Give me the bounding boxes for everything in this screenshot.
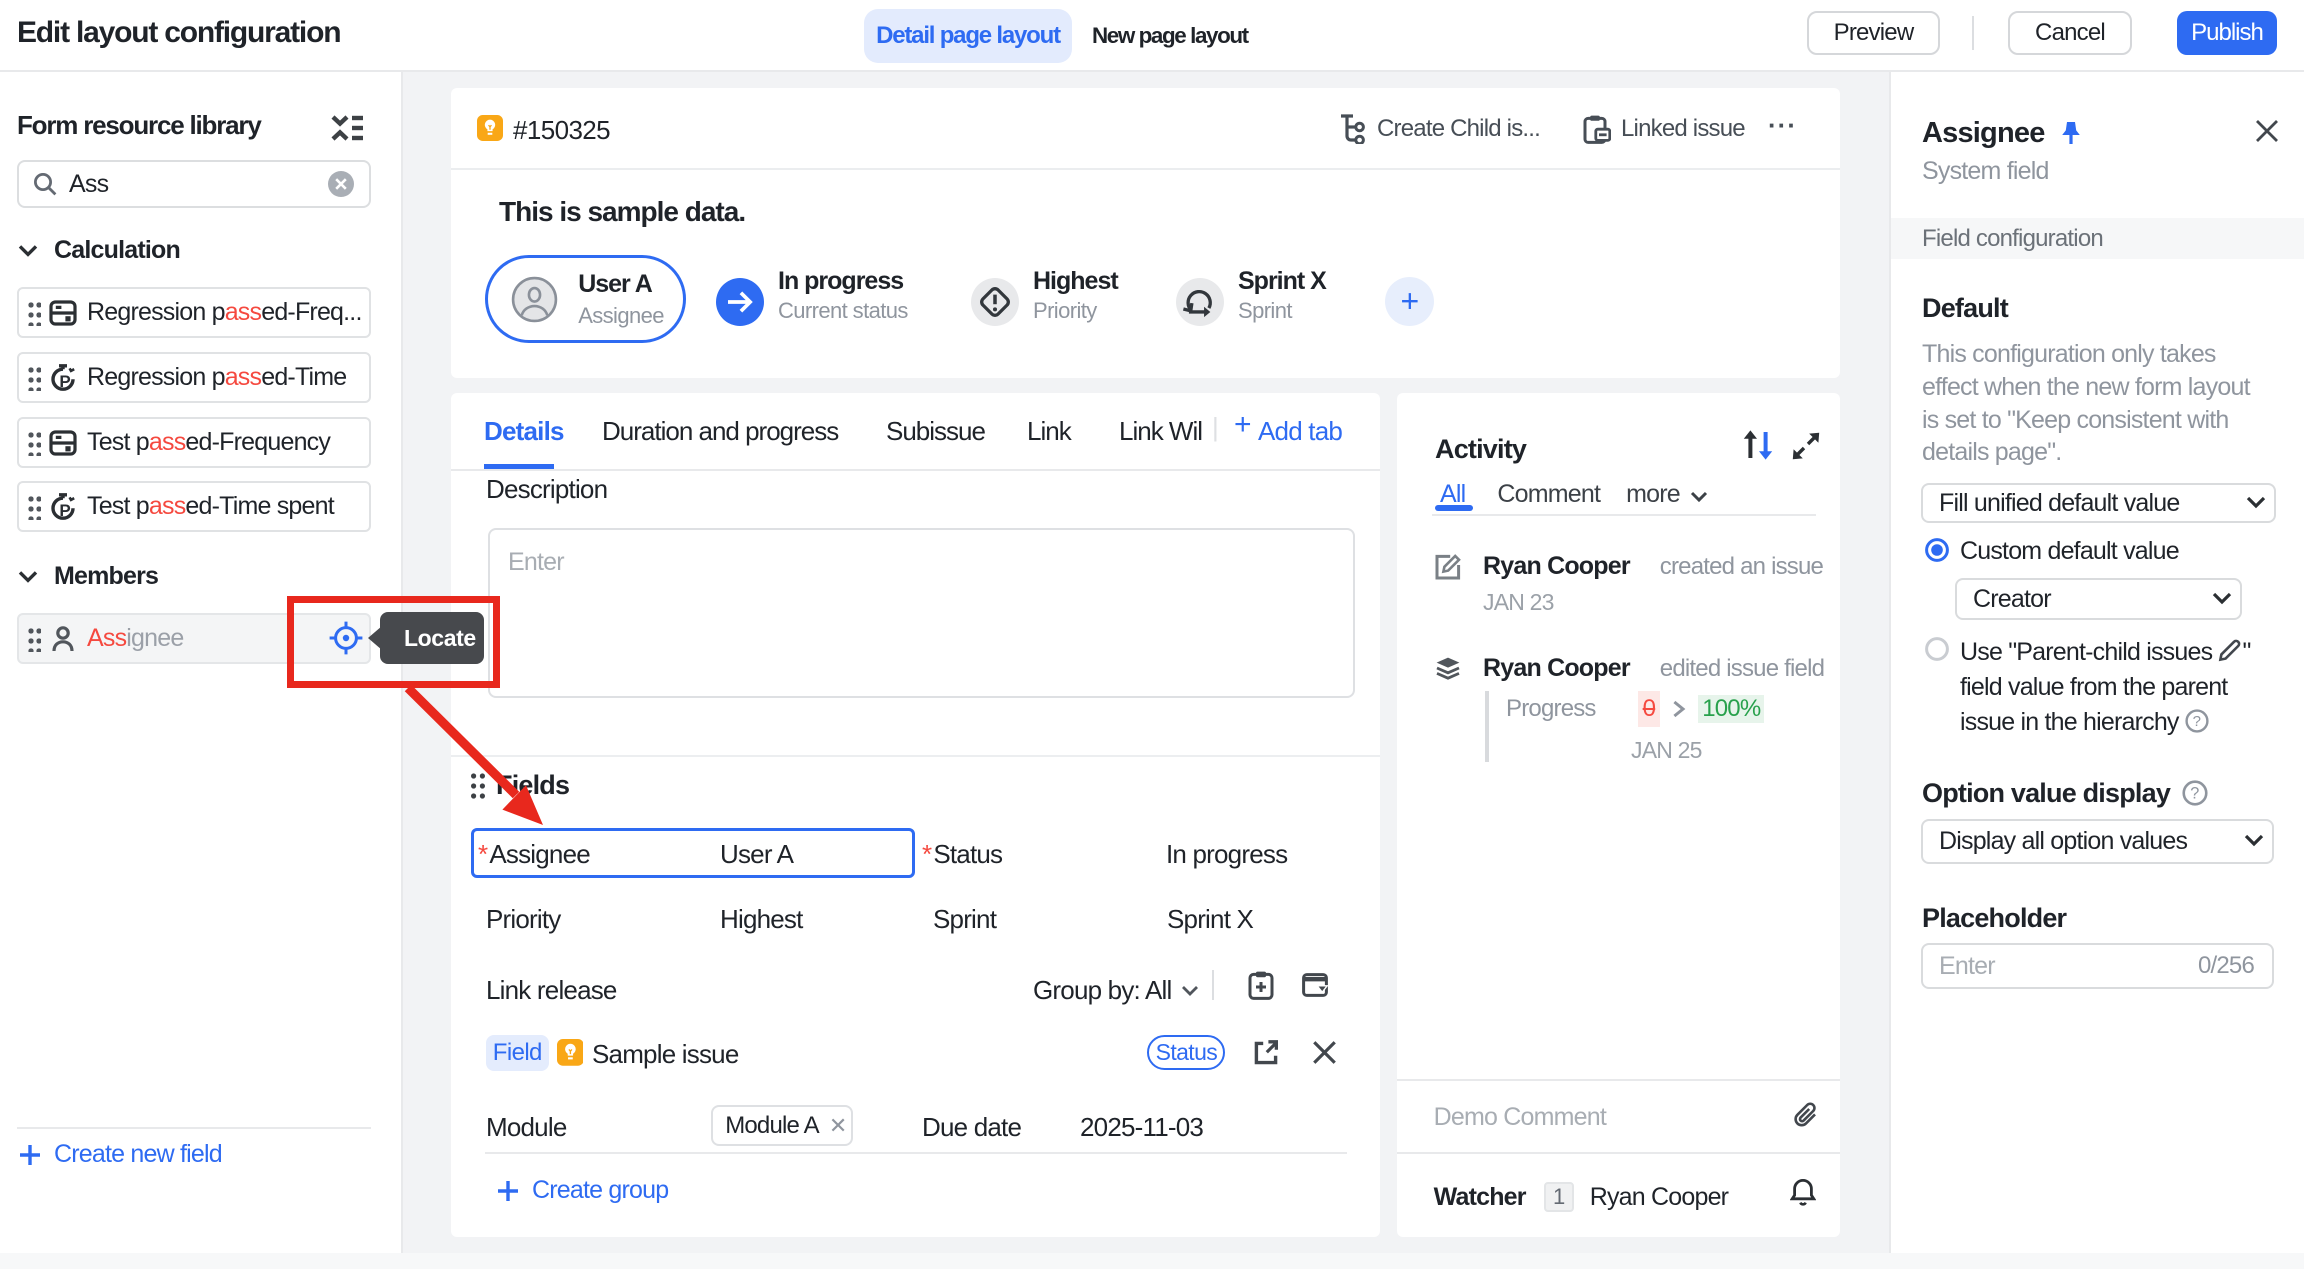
svg-text:P: P: [59, 371, 70, 390]
svg-text:P: P: [59, 500, 70, 519]
svg-text:?: ?: [2192, 713, 2200, 730]
svg-text:?: ?: [2190, 785, 2199, 803]
